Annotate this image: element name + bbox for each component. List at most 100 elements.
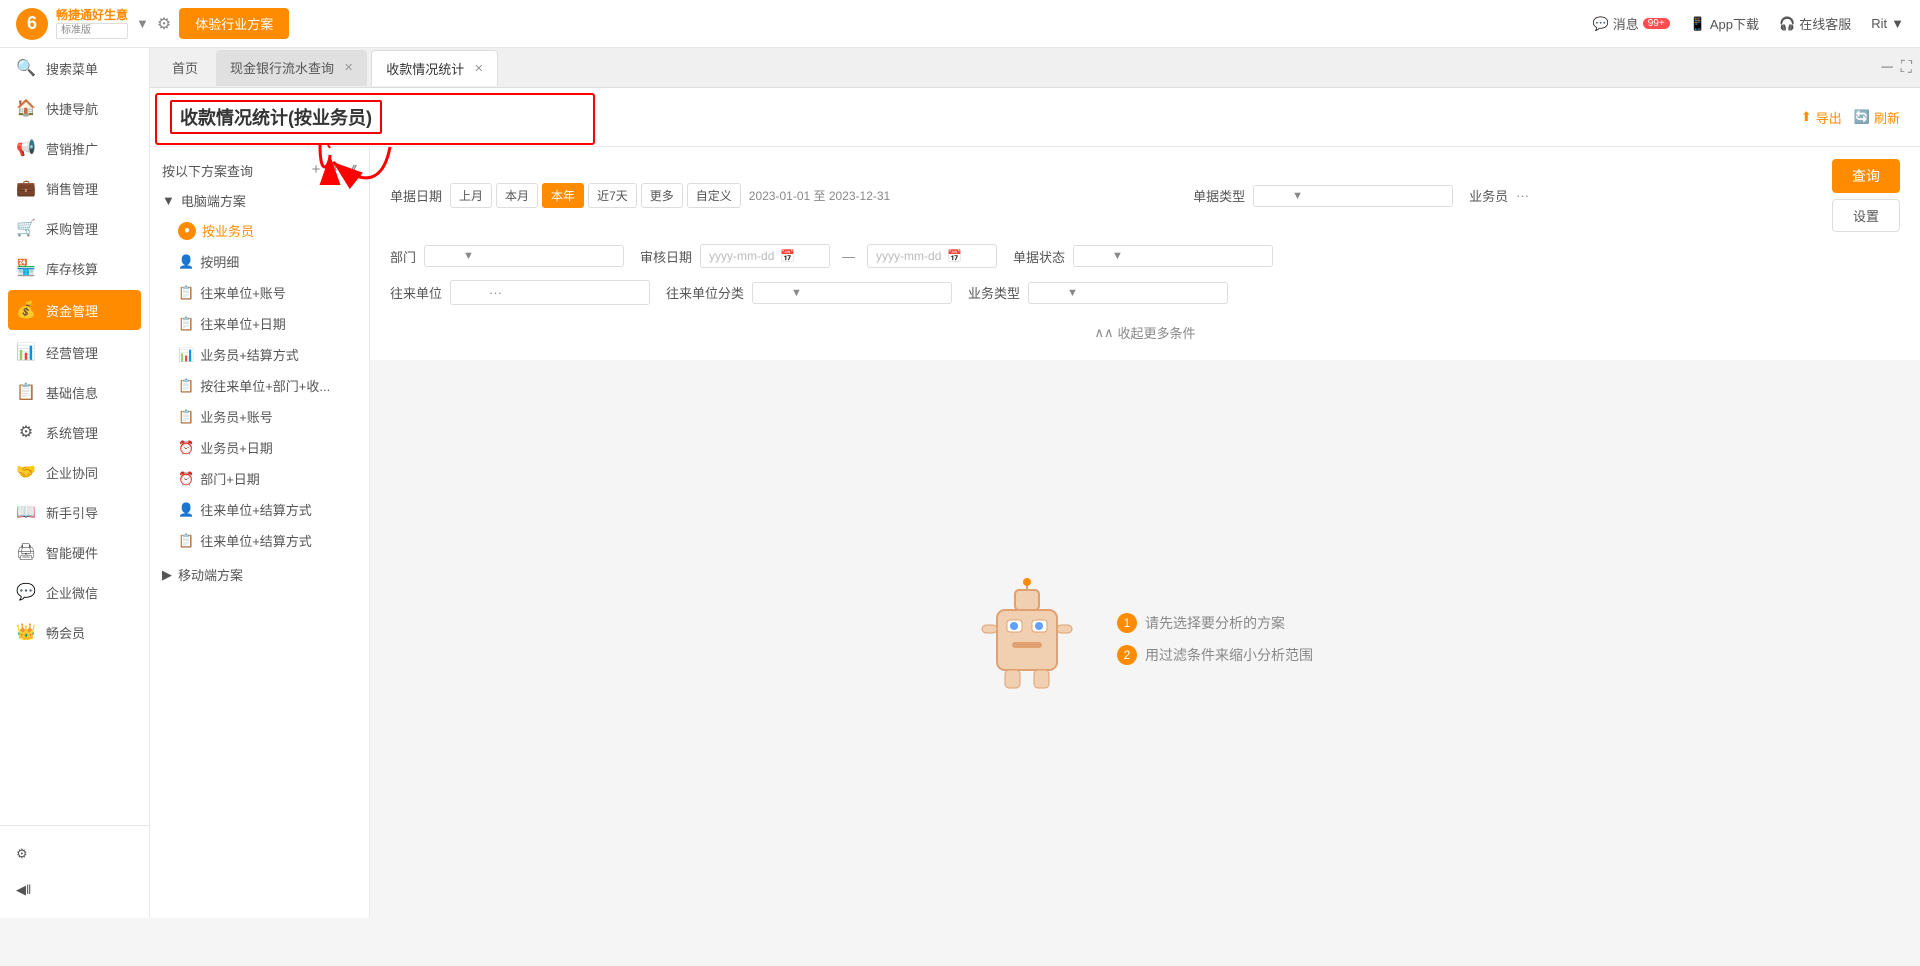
app-download-btn[interactable]: 📱 App下载 [1690, 14, 1759, 33]
top-gear-icon[interactable]: ⚙ [157, 14, 171, 34]
mobile-arrow-icon: ▶ [162, 567, 172, 583]
tab-minimize-icon[interactable]: ─ [1881, 59, 1892, 77]
dropdown-arrow-icon[interactable]: ▼ [136, 16, 149, 31]
dept-label: 部门 [390, 247, 416, 266]
audit-date-end-text: yyyy-mm-dd [876, 249, 941, 263]
refresh-btn[interactable]: 🔄 刷新 [1854, 108, 1900, 127]
salesperson-dots[interactable]: ··· [1516, 188, 1529, 203]
message-icon: 💬 [1593, 16, 1609, 32]
sidebar-item-inventory[interactable]: 🏪 库存核算 [0, 248, 149, 288]
tab-bank-flow[interactable]: 现金银行流水查询 ✕ [216, 50, 367, 86]
sidebar-item-smart-hw[interactable]: 🖨 智能硬件 [0, 532, 149, 572]
scheme-item-unit-settle1[interactable]: 👤 往来单位+结算方式 [150, 494, 369, 525]
date-btn-custom[interactable]: 自定义 [687, 183, 741, 208]
export-icon: ⬆ [1801, 109, 1812, 125]
tip-num-1: 1 [1117, 613, 1137, 633]
filter-action-btns: 查询 设置 [1832, 159, 1900, 232]
collapse-left-icon: ◀‖ [16, 882, 31, 898]
sidebar-item-enterprise[interactable]: 🤝 企业协同 [0, 452, 149, 492]
filter-row-counterparty: 往来单位 ··· 往来单位分类 ▼ 业务类型 [390, 280, 1900, 305]
settings-btn[interactable]: 设置 [1832, 199, 1900, 232]
online-service-btn[interactable]: 🎧 在线客服 [1779, 14, 1851, 33]
trial-btn[interactable]: 体验行业方案 [179, 8, 289, 39]
receipt-status-select[interactable]: ▼ [1073, 245, 1273, 267]
sidebar-item-marketing[interactable]: 📢 营销推广 [0, 128, 149, 168]
date-btn-this-month[interactable]: 本月 [496, 183, 538, 208]
tab-collection-stats[interactable]: 收款情况统计 ✕ [371, 50, 498, 86]
scheme-add-icon[interactable]: + [312, 161, 321, 180]
sidebar-item-quick-nav[interactable]: 🏠 快捷导航 [0, 88, 149, 128]
scheme-item-salesperson-settle[interactable]: 📊 业务员+结算方式 [150, 339, 369, 370]
sidebar-label-operation: 经营管理 [46, 343, 98, 362]
pc-group-label: 电脑端方案 [181, 191, 246, 210]
top-left: 6 畅捷通好生意 标准版 ▼ ⚙ 体验行业方案 [16, 8, 289, 40]
scheme-item-salesperson-date[interactable]: ⏰ 业务员+日期 [150, 432, 369, 463]
salesperson-date-icon: ⏰ [178, 440, 194, 456]
scheme-item-dept-date[interactable]: ⏰ 部门+日期 [150, 463, 369, 494]
user-name[interactable]: Rit ▼ [1871, 16, 1904, 31]
scheme-settings-icon[interactable]: ⚙ [326, 161, 338, 180]
guide-icon: 📖 [16, 502, 36, 522]
sidebar-item-search[interactable]: 🔍 搜索菜单 [0, 48, 149, 88]
tab-home[interactable]: 首页 [158, 50, 212, 86]
scheme-item-unit-dept[interactable]: 📋 按往来单位+部门+收... [150, 370, 369, 401]
scheme-group-mobile-title[interactable]: ▶ 移动端方案 [150, 560, 369, 589]
basic-info-icon: 📋 [16, 382, 36, 402]
sidebar-bottom: ⚙ ◀‖ [0, 825, 149, 918]
audit-date-start[interactable]: yyyy-mm-dd 📅 [700, 244, 830, 268]
scheme-item-salesperson-account[interactable]: 📋 业务员+账号 [150, 401, 369, 432]
audit-date-end[interactable]: yyyy-mm-dd 📅 [867, 244, 997, 268]
refresh-icon: 🔄 [1854, 109, 1870, 125]
scheme-group-pc-title[interactable]: ▼ 电脑端方案 [150, 186, 369, 215]
tab-bank-flow-close[interactable]: ✕ [344, 61, 353, 74]
counterparty-dots[interactable]: ··· [489, 285, 502, 300]
sidebar-item-sales[interactable]: 💼 销售管理 [0, 168, 149, 208]
tab-collection-stats-close[interactable]: ✕ [474, 62, 483, 75]
date-btn-this-year[interactable]: 本年 [542, 183, 584, 208]
export-btn[interactable]: ⬆ 导出 [1801, 108, 1842, 127]
sidebar-item-finance[interactable]: 💰 资金管理 [8, 290, 141, 330]
scheme-item-unit-date[interactable]: 📋 往来单位+日期 [150, 308, 369, 339]
top-right: 💬 消息 99+ 📱 App下载 🎧 在线客服 Rit ▼ [1593, 14, 1904, 33]
message-btn[interactable]: 💬 消息 99+ [1593, 14, 1670, 33]
date-btn-more[interactable]: 更多 [641, 183, 683, 208]
collapse-up-icon: ∧∧ [1094, 325, 1113, 341]
business-type-select[interactable]: ▼ [1028, 282, 1228, 304]
finance-icon: 💰 [16, 300, 36, 320]
sidebar-item-purchase[interactable]: 🛒 采购管理 [0, 208, 149, 248]
filter-item-counterparty-category: 往来单位分类 ▼ [666, 282, 952, 304]
edition-tag: 标准版 [56, 23, 128, 39]
operation-icon: 📊 [16, 342, 36, 362]
tab-maximize-icon[interactable]: ⛶ [1901, 59, 1912, 77]
dept-select[interactable]: ▼ [424, 245, 624, 267]
scheme-item-by-salesperson[interactable]: ● 按业务员 [150, 215, 369, 246]
scheme-header: 按以下方案查询 + ⚙ 《 [150, 155, 369, 186]
scheme-item-unit-settle2[interactable]: 📋 往来单位+结算方式 [150, 525, 369, 556]
sidebar-item-member[interactable]: 👑 畅会员 [0, 612, 149, 652]
date-btn-last-month[interactable]: 上月 [450, 183, 492, 208]
query-btn[interactable]: 查询 [1832, 159, 1900, 193]
page-header: 收款情况统计(按业务员) ⬆ 导出 🔄 刷新 [150, 88, 1920, 147]
sidebar-collapse-btn[interactable]: ◀‖ [0, 872, 149, 908]
sidebar-item-operation[interactable]: 📊 经营管理 [0, 332, 149, 372]
sales-icon: 💼 [16, 178, 36, 198]
filter-row-date: 单据日期 上月 本月 本年 近7天 更多 自定义 2023-01-01 至 20… [390, 159, 1900, 232]
brand-name: 畅捷通好生意 [56, 8, 128, 22]
sidebar-item-wechat[interactable]: 💬 企业微信 [0, 572, 149, 612]
scheme-item-by-detail[interactable]: 👤 按明细 [150, 246, 369, 277]
counterparty-select[interactable]: ··· [450, 280, 650, 305]
scheme-item-unit-account[interactable]: 📋 往来单位+账号 [150, 277, 369, 308]
sidebar-item-basic-info[interactable]: 📋 基础信息 [0, 372, 149, 412]
collapse-more-btn[interactable]: ∧∧ 收起更多条件 [390, 317, 1900, 348]
unit-settle1-icon: 👤 [178, 502, 194, 518]
date-btn-last7[interactable]: 近7天 [588, 183, 637, 208]
scheme-collapse-icon[interactable]: 《 [344, 161, 357, 180]
category-select[interactable]: ▼ [1253, 185, 1453, 207]
top-bar: 6 畅捷通好生意 标准版 ▼ ⚙ 体验行业方案 💬 消息 99+ 📱 App下载… [0, 0, 1920, 48]
filter-top: 单据日期 上月 本月 本年 近7天 更多 自定义 2023-01-01 至 20… [370, 147, 1920, 360]
sidebar-settings-btn[interactable]: ⚙ [0, 836, 149, 872]
counterparty-category-select[interactable]: ▼ [752, 282, 952, 304]
sidebar-item-guide[interactable]: 📖 新手引导 [0, 492, 149, 532]
sidebar-item-system[interactable]: ⚙ 系统管理 [0, 412, 149, 452]
tab-bank-flow-label: 现金银行流水查询 [230, 58, 334, 77]
